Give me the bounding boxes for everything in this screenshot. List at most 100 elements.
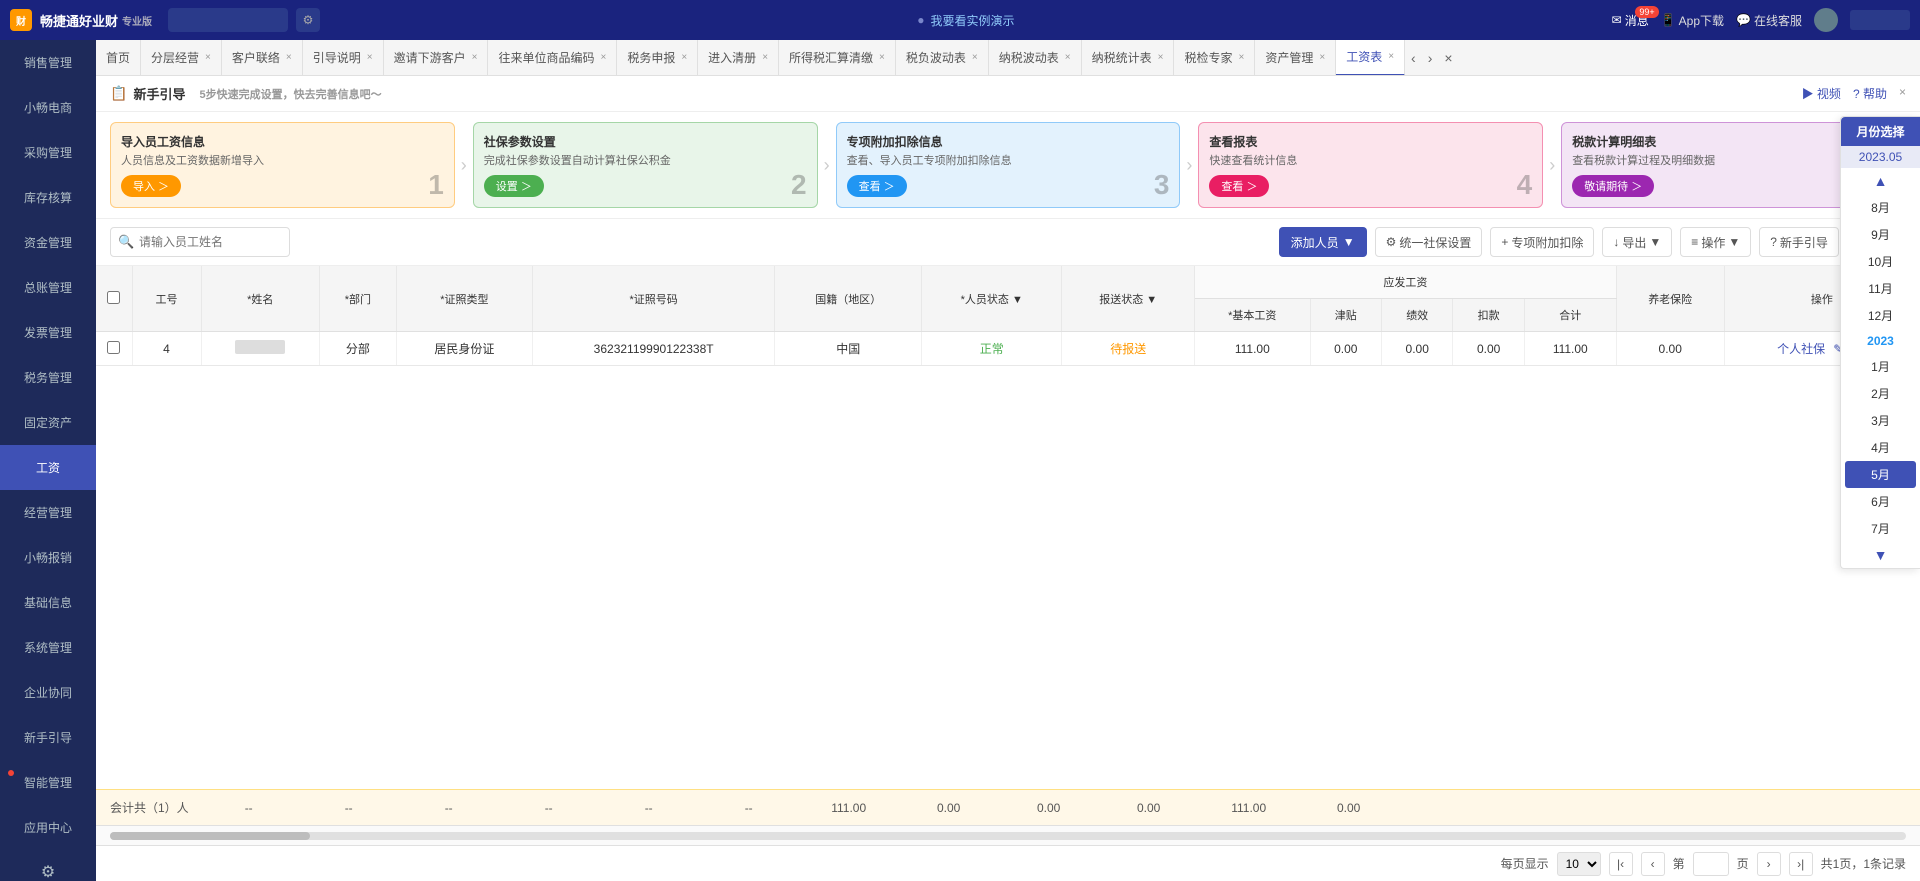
new-guide-btn[interactable]: ? 新手引导 [1759,227,1839,257]
th-status: *人员状态 ▼ [922,266,1062,332]
company-selector[interactable] [168,8,288,32]
step-4-desc: 快速查看统计信息 [1209,154,1532,169]
month-1[interactable]: 1月 [1841,353,1920,380]
tab-tax-report[interactable]: 税务申报 × [617,40,698,76]
footer-base-salary-total: 111.00 [809,801,889,815]
scrollbar-track[interactable] [110,832,1906,840]
tab-asset-mgr[interactable]: 资产管理 × [1255,40,1336,76]
step-4-btn[interactable]: 查看 ＞ [1209,175,1269,197]
sidebar-settings-icon[interactable]: ⚙ [0,850,96,881]
report-filter-icon[interactable]: ▼ [1146,294,1157,306]
step-2-num: 2 [791,169,807,201]
step-1-title: 导入员工资信息 [121,133,444,150]
row-checkbox[interactable] [107,341,120,354]
select-all-checkbox[interactable] [107,291,120,304]
avatar[interactable] [1814,8,1838,32]
last-page-btn[interactable]: ›| [1789,852,1813,876]
month-12[interactable]: 12月 [1841,302,1920,329]
tab-close-all[interactable]: × [1438,50,1458,66]
tab-tax-reduce[interactable]: 税负波动表 × [896,40,989,76]
tab-nav-next[interactable]: › [1422,50,1439,66]
video-link[interactable]: ▶ 视频 [1802,85,1841,102]
step-1-btn[interactable]: 导入 ＞ [121,175,181,197]
app-download-btn[interactable]: 📱 App下载 [1661,12,1724,29]
online-service-btn[interactable]: 💬 在线客服 [1736,12,1802,29]
sidebar-item-inventory[interactable]: 库存核算 [0,175,96,220]
month-2[interactable]: 2月 [1841,380,1920,407]
operation-btn[interactable]: ≡ 操作 ▼ [1680,227,1751,257]
demo-link[interactable]: 我要看实例演示 [930,12,1014,29]
search-input[interactable] [110,227,290,257]
add-person-btn[interactable]: 添加人员 ▼ [1279,227,1367,257]
tab-tax-expert[interactable]: 税检专家 × [1174,40,1255,76]
step-2-btn[interactable]: 设置 ＞ [484,175,544,197]
per-page-select[interactable]: 10 20 50 [1557,852,1601,876]
sidebar-item-tax[interactable]: 税务管理 [0,355,96,400]
tab-customer[interactable]: 客户联络 × [222,40,303,76]
year-2023[interactable]: 2023 [1841,329,1920,353]
step-3-desc: 查看、导入员工专项附加扣除信息 [847,154,1170,169]
first-page-btn[interactable]: |‹ [1609,852,1633,876]
sidebar-item-fixed[interactable]: 固定资产 [0,400,96,445]
export-btn[interactable]: ↓ 导出 ▼ [1602,227,1672,257]
sidebar-item-salary[interactable]: 工资 [0,445,96,490]
month-up-btn[interactable]: ▲ [1871,171,1891,191]
personal-insurance-btn[interactable]: 个人社保 [1777,340,1825,357]
month-3[interactable]: 3月 [1841,407,1920,434]
month-10[interactable]: 10月 [1841,248,1920,275]
sidebar-item-apps[interactable]: 应用中心 [0,805,96,850]
month-9[interactable]: 9月 [1841,221,1920,248]
sidebar-item-sales[interactable]: 销售管理 [0,40,96,85]
month-7[interactable]: 7月 [1841,515,1920,542]
close-guide-btn[interactable]: × [1899,85,1906,102]
month-down-btn[interactable]: ▼ [1871,545,1891,565]
help-link[interactable]: ? 帮助 [1853,85,1887,102]
tab-intro[interactable]: 引导说明 × [303,40,384,76]
tab-invite[interactable]: 邀请下游客户 × [384,40,489,76]
sidebar-item-finance[interactable]: 资金管理 [0,220,96,265]
step-5-btn[interactable]: 敬请期待 ＞ [1572,175,1654,197]
export-dropdown-icon: ▼ [1649,235,1661,249]
top-bar: 财 畅捷通好业财 专业版 ⚙ ● 我要看实例演示 ✉ 消息 99+ 📱 App下… [0,0,1920,40]
user-name[interactable] [1850,10,1910,30]
unified-social-btn[interactable]: ⚙ 统一社保设置 [1375,227,1483,257]
month-5[interactable]: 5月 [1845,461,1916,488]
current-page-input[interactable]: 1 [1693,852,1729,876]
tab-nav-prev[interactable]: ‹ [1405,50,1422,66]
tab-tax-count[interactable]: 纳税统计表 × [1082,40,1175,76]
step-3: 专项附加扣除信息 查看、导入员工专项附加扣除信息 查看 ＞ 3 [836,122,1181,208]
sidebar-item-collab[interactable]: 企业协同 [0,670,96,715]
status-filter-icon[interactable]: ▼ [1012,294,1023,306]
tab-partition[interactable]: 分层经营 × [141,40,222,76]
tab-tax-stat[interactable]: 纳税波动表 × [989,40,1082,76]
tab-clear[interactable]: 进入清册 × [698,40,779,76]
tab-product-code[interactable]: 往来单位商品编码 × [488,40,617,76]
scrollbar-thumb[interactable] [110,832,310,840]
sidebar-item-ecommerce[interactable]: 小畅电商 [0,85,96,130]
settings-icon[interactable]: ⚙ [296,8,320,32]
sidebar-item-guide[interactable]: 新手引导 [0,715,96,760]
tab-salary-table[interactable]: 工资表 × [1336,40,1405,76]
next-page-btn[interactable]: › [1757,852,1781,876]
sidebar-item-basic[interactable]: 基础信息 [0,580,96,625]
month-11[interactable]: 11月 [1841,275,1920,302]
message-btn[interactable]: ✉ 消息 99+ [1612,12,1649,29]
month-6[interactable]: 6月 [1841,488,1920,515]
sidebar-item-marketing[interactable]: 小畅报销 [0,535,96,580]
tab-income-tax[interactable]: 所得税汇算清缴 × [779,40,896,76]
month-4[interactable]: 4月 [1841,434,1920,461]
tab-home[interactable]: 首页 [96,40,141,76]
prev-page-btn[interactable]: ‹ [1641,852,1665,876]
sidebar-item-operation[interactable]: 经营管理 [0,490,96,535]
sidebar-item-invoice[interactable]: 发票管理 [0,310,96,355]
sidebar-item-smart[interactable]: 智能管理 [0,760,96,805]
guide-actions: ▶ 视频 ? 帮助 × [1802,85,1906,102]
special-deduct-btn[interactable]: + 专项附加扣除 [1490,227,1594,257]
th-deduction: 扣款 [1453,299,1524,332]
sidebar-item-system[interactable]: 系统管理 [0,625,96,670]
sidebar-item-purchase[interactable]: 采购管理 [0,130,96,175]
td-checkbox [96,332,132,366]
step-3-btn[interactable]: 查看 ＞ [847,175,907,197]
month-8[interactable]: 8月 [1841,194,1920,221]
sidebar-item-ledger[interactable]: 总账管理 [0,265,96,310]
